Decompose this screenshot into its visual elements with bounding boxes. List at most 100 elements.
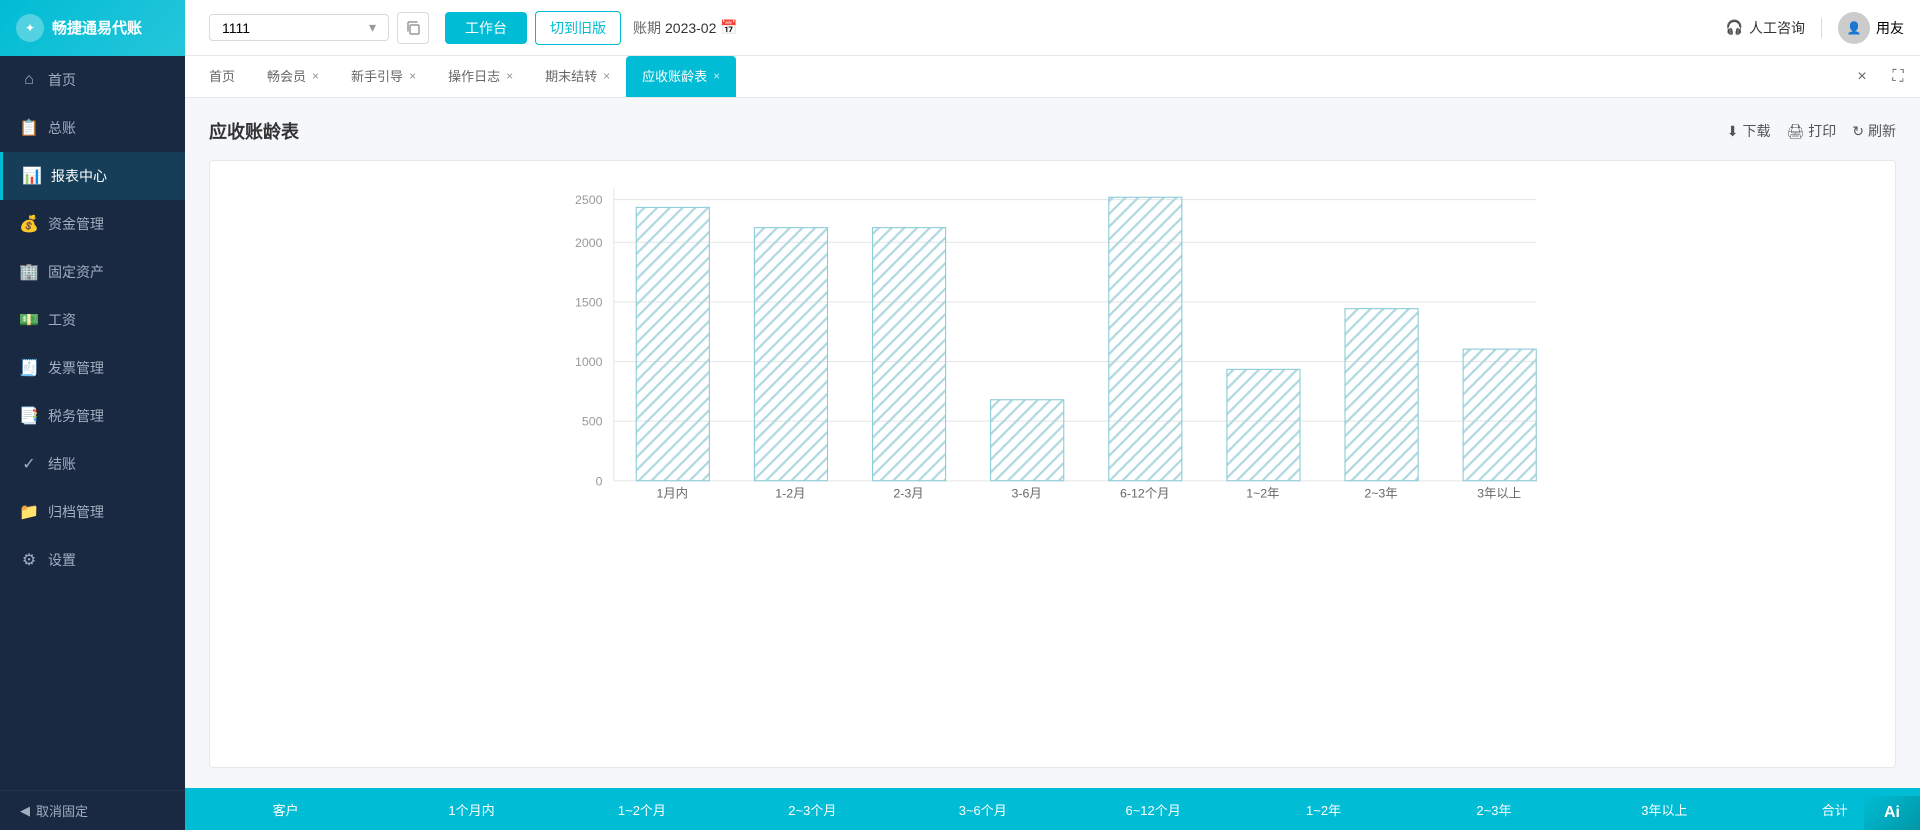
user-area[interactable]: 👤 用友: [1838, 12, 1904, 44]
sidebar-item-label: 报表中心: [51, 166, 107, 186]
tab-close-icon[interactable]: ×: [409, 69, 416, 83]
divider: [1821, 18, 1822, 38]
tab-close-icon[interactable]: ×: [506, 69, 513, 83]
sidebar-item-tax[interactable]: 📑 税务管理: [0, 392, 185, 440]
assets-icon: 🏢: [20, 263, 38, 281]
tab-close-icon[interactable]: ×: [312, 69, 319, 83]
ai-badge[interactable]: Ai: [1864, 796, 1920, 830]
chart-area: 0 500 1000 1500 2000 2500: [226, 177, 1879, 537]
tab-closing[interactable]: 期末结转 ×: [529, 56, 626, 97]
sidebar-item-assets[interactable]: 🏢 固定资产: [0, 248, 185, 296]
logo-area: ✦ 畅捷通易代账: [0, 0, 185, 56]
svg-text:2-3月: 2-3月: [893, 487, 923, 501]
sidebar: ⌂ 首页 📋 总账 📊 报表中心 💰 资金管理 🏢 固定资产 💵 工资 🧾 发票…: [0, 56, 185, 830]
sidebar-item-archive[interactable]: 📁 归档管理: [0, 488, 185, 536]
sidebar-item-reports[interactable]: 📊 报表中心: [0, 152, 185, 200]
sidebar-item-capital[interactable]: 💰 资金管理: [0, 200, 185, 248]
period-label: 账期: [633, 18, 661, 38]
svg-text:0: 0: [596, 474, 603, 488]
sidebar-item-closing[interactable]: ✓ 结账: [0, 440, 185, 488]
logo-text: 畅捷通易代账: [52, 17, 142, 38]
print-button[interactable]: 🖨 打印: [1786, 121, 1836, 141]
sidebar-item-label: 固定资产: [48, 262, 104, 282]
sidebar-item-invoice[interactable]: 🧾 发票管理: [0, 344, 185, 392]
cancel-fixed-button[interactable]: ◀ 取消固定: [0, 790, 185, 830]
header-right: 🎧 人工咨询 👤 用友: [1726, 12, 1904, 44]
tab-close-icon[interactable]: ×: [603, 69, 610, 83]
tab-member[interactable]: 畅会员×: [251, 56, 335, 97]
svg-text:6-12个月: 6-12个月: [1120, 487, 1169, 501]
svg-text:1000: 1000: [575, 355, 603, 369]
refresh-icon: ↻: [1852, 123, 1864, 140]
page-header: 应收账龄表 ⬇ 下载 🖨 打印 ↻ 刷新: [209, 118, 1896, 144]
print-label: 打印: [1808, 121, 1836, 141]
download-button[interactable]: ⬇ 下载: [1727, 121, 1771, 141]
user-label: 用友: [1876, 18, 1904, 38]
sidebar-item-label: 工资: [48, 310, 76, 330]
svg-text:1~2年: 1~2年: [1246, 487, 1279, 501]
header: ✦ 畅捷通易代账 1111 ▾ 工作台 切到旧版 账期 2023-02 📅 🎧 …: [0, 0, 1920, 56]
sidebar-item-home[interactable]: ⌂ 首页: [0, 56, 185, 104]
svg-text:1月内: 1月内: [656, 487, 688, 501]
download-label: 下载: [1742, 121, 1770, 141]
sidebar-item-label: 总账: [48, 118, 76, 138]
refresh-button[interactable]: ↻ 刷新: [1852, 121, 1896, 141]
table-header-2~3年: 2~3年: [1409, 800, 1579, 819]
table-header-3~6个月: 3~6个月: [898, 800, 1068, 819]
svg-text:1500: 1500: [575, 295, 603, 309]
tab-home[interactable]: 首页: [193, 56, 251, 97]
tab-label: 操作日志: [448, 66, 500, 85]
tab-label: 新手引导: [351, 66, 403, 85]
refresh-label: 刷新: [1868, 121, 1896, 141]
archive-icon: 📁: [20, 503, 38, 521]
company-name: 1111: [222, 20, 361, 36]
tab-label: 期末结转: [545, 66, 597, 85]
sidebar-item-label: 资金管理: [48, 214, 104, 234]
cancel-fixed-icon: ◀: [20, 803, 30, 819]
copy-icon[interactable]: [397, 12, 429, 44]
svg-text:1-2月: 1-2月: [775, 487, 805, 501]
workbench-button[interactable]: 工作台: [445, 12, 527, 44]
chart-container: 0 500 1000 1500 2000 2500: [209, 160, 1896, 768]
table-header-6~12个月: 6~12个月: [1068, 800, 1238, 819]
switch-version-button[interactable]: 切到旧版: [535, 11, 621, 45]
tab-label: 应收账龄表: [642, 66, 707, 85]
cancel-fixed-label: 取消固定: [36, 801, 88, 820]
reports-icon: 📊: [23, 167, 41, 185]
table-header-1~2个月: 1~2个月: [557, 800, 727, 819]
tab-guide[interactable]: 新手引导 ×: [335, 56, 432, 97]
table-header-1个月内: 1个月内: [386, 800, 556, 819]
main-layout: ⌂ 首页 📋 总账 📊 报表中心 💰 资金管理 🏢 固定资产 💵 工资 🧾 发票…: [0, 56, 1920, 830]
table-header-3年以上: 3年以上: [1579, 800, 1749, 819]
sidebar-item-settings[interactable]: ⚙ 设置: [0, 536, 185, 584]
capital-icon: 💰: [20, 215, 38, 233]
tab-oplog[interactable]: 操作日志 ×: [432, 56, 529, 97]
settings-icon: ⚙: [20, 551, 38, 569]
svg-text:500: 500: [582, 415, 603, 429]
salary-icon: 💵: [20, 311, 38, 329]
action-buttons: ⬇ 下载 🖨 打印 ↻ 刷新: [1727, 121, 1896, 141]
period-area: 账期 2023-02 📅: [633, 18, 738, 38]
company-selector[interactable]: 1111 ▾: [209, 14, 389, 41]
tax-icon: 📑: [20, 407, 38, 425]
table-header-1~2年: 1~2年: [1238, 800, 1408, 819]
svg-text:2000: 2000: [575, 236, 603, 250]
avatar: 👤: [1838, 12, 1870, 44]
sidebar-item-salary[interactable]: 💵 工资: [0, 296, 185, 344]
sidebar-item-ledger[interactable]: 📋 总账: [0, 104, 185, 152]
sidebar-item-label: 发票管理: [48, 358, 104, 378]
close-all-tabs-button[interactable]: ×: [1848, 63, 1876, 91]
table-header-2~3个月: 2~3个月: [727, 800, 897, 819]
consult-area[interactable]: 🎧 人工咨询: [1726, 18, 1805, 38]
fullscreen-button[interactable]: ⛶: [1884, 63, 1912, 91]
sidebar-item-label: 首页: [48, 70, 76, 90]
logo-icon: ✦: [16, 14, 44, 42]
page-title: 应收账龄表: [209, 118, 299, 144]
sidebar-item-label: 设置: [48, 550, 76, 570]
sidebar-item-label: 归档管理: [48, 502, 104, 522]
content-area: 首页畅会员× 新手引导 × 操作日志 × 期末结转 × 应收账龄表 × × ⛶ 应收账龄表 ⬇ …: [185, 56, 1920, 830]
calendar-icon[interactable]: 📅: [720, 19, 737, 36]
tab-aging[interactable]: 应收账龄表 ×: [626, 56, 736, 97]
svg-text:2500: 2500: [575, 193, 603, 207]
tab-close-icon[interactable]: ×: [713, 69, 720, 83]
